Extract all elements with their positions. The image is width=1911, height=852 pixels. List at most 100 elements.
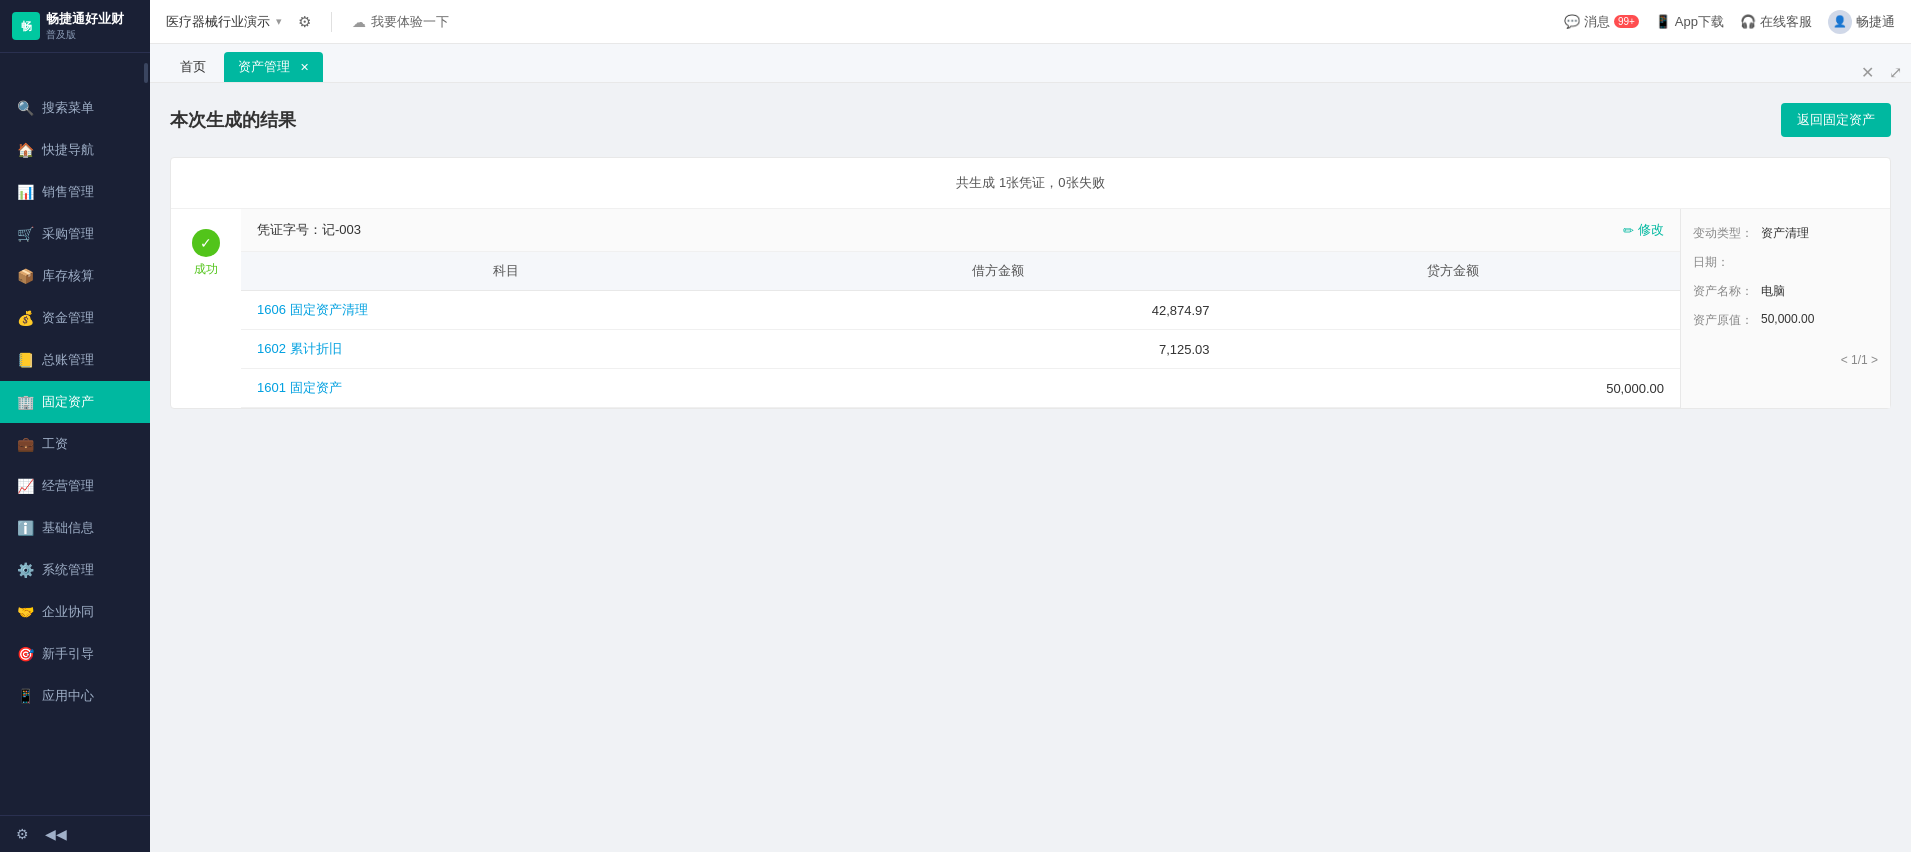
table-row: 1606 固定资产清理 42,874.97	[241, 291, 1680, 330]
sidebar-item-label: 总账管理	[42, 351, 94, 369]
sidebar-item-purchase[interactable]: 🛒 采购管理	[0, 213, 150, 255]
voucher-no-value: 记-003	[322, 222, 361, 237]
guide-icon: 🎯	[16, 645, 34, 663]
info-icon: ℹ️	[16, 519, 34, 537]
logo-edition: 普及版	[46, 28, 124, 42]
box-icon: 📦	[16, 267, 34, 285]
table-row: 1602 累计折旧 7,125.03	[241, 330, 1680, 369]
search-icon: 🔍	[16, 99, 34, 117]
debit-2: 7,125.03	[771, 330, 1225, 369]
sidebar-item-system[interactable]: ⚙️ 系统管理	[0, 549, 150, 591]
return-button[interactable]: 返回固定资产	[1781, 103, 1891, 137]
table-row: 1601 固定资产 50,000.00	[241, 369, 1680, 408]
settings-bottom-icon[interactable]: ⚙	[16, 826, 29, 842]
logo-name: 畅捷通好业财	[46, 10, 124, 28]
tab-bar: 首页 资产管理 ✕	[150, 44, 1911, 83]
voucher-no-label: 凭证字号：	[257, 222, 322, 237]
message-icon: 💬	[1564, 14, 1580, 29]
money-icon: 💰	[16, 309, 34, 327]
sidebar-item-inventory[interactable]: 📦 库存核算	[0, 255, 150, 297]
asset-value-label: 资产原值：	[1693, 312, 1753, 329]
success-indicator: ✓ 成功	[171, 209, 241, 408]
message-badge: 99+	[1614, 15, 1639, 28]
handshake-icon: 🤝	[16, 603, 34, 621]
sidebar-item-label: 搜索菜单	[42, 99, 94, 117]
tab-assets[interactable]: 资产管理 ✕	[224, 52, 323, 82]
asset-name-row: 资产名称： 电脑	[1693, 283, 1878, 300]
debit-3	[771, 369, 1225, 408]
voucher-left: 凭证字号：记-003 ✏ 修改 科目 借方金额 贷方金额	[241, 209, 1680, 408]
subject-3: 1601 固定资产	[241, 369, 771, 408]
sidebar-item-label: 销售管理	[42, 183, 94, 201]
sidebar-item-salary[interactable]: 💼 工资	[0, 423, 150, 465]
sidebar-item-sales[interactable]: 📊 销售管理	[0, 171, 150, 213]
sidebar-nav: 🔍 搜索菜单 🏠 快捷导航 📊 销售管理 🛒 采购管理 📦 库存核算 💰 资金管…	[0, 87, 150, 815]
sidebar-item-guide[interactable]: 🎯 新手引导	[0, 633, 150, 675]
success-icon: ✓	[192, 229, 220, 257]
app-label: App下载	[1675, 13, 1724, 31]
collapse-icon[interactable]: ◀◀	[45, 826, 67, 842]
sidebar-item-apps[interactable]: 📱 应用中心	[0, 675, 150, 717]
building-icon: 🏢	[16, 393, 34, 411]
salary-icon: 💼	[16, 435, 34, 453]
sidebar-item-fixed-assets[interactable]: 🏢 固定资产	[0, 381, 150, 423]
pagination[interactable]: < 1/1 >	[1693, 341, 1878, 367]
sidebar-item-label: 新手引导	[42, 645, 94, 663]
tab-assets-label: 资产管理	[238, 59, 290, 74]
subject-1: 1606 固定资产清理	[241, 291, 771, 330]
sidebar-item-label: 采购管理	[42, 225, 94, 243]
sidebar-item-coop[interactable]: 🤝 企业协同	[0, 591, 150, 633]
divider	[331, 12, 332, 32]
message-label: 消息	[1584, 13, 1610, 31]
credit-3: 50,000.00	[1226, 369, 1680, 408]
cloud-icon: ☁	[352, 14, 366, 30]
page-content: 本次生成的结果 返回固定资产 共生成 1张凭证，0张失败 ✓ 成功 凭证字号：记…	[150, 83, 1911, 852]
voucher-number: 凭证字号：记-003	[257, 221, 361, 239]
company-selector[interactable]: 医疗器械行业演示 ▾	[166, 13, 282, 31]
experience-button[interactable]: ☁ 我要体验一下	[352, 13, 449, 31]
sidebar-item-label: 快捷导航	[42, 141, 94, 159]
col-credit-header: 贷方金额	[1226, 252, 1680, 291]
service-button[interactable]: 🎧 在线客服	[1740, 13, 1812, 31]
company-name: 医疗器械行业演示	[166, 13, 270, 31]
asset-value-value: 50,000.00	[1761, 312, 1814, 329]
message-button[interactable]: 💬 消息 99+	[1564, 13, 1639, 31]
chevron-down-icon: ▾	[276, 15, 282, 28]
sidebar-item-ops[interactable]: 📈 经营管理	[0, 465, 150, 507]
voucher-section: ✓ 成功 凭证字号：记-003 ✏ 修改	[171, 209, 1890, 408]
ops-icon: 📈	[16, 477, 34, 495]
sidebar-item-label: 基础信息	[42, 519, 94, 537]
user-menu[interactable]: 👤 畅捷通	[1828, 10, 1895, 34]
tab-close-icon[interactable]: ✕	[300, 61, 309, 73]
app-download-button[interactable]: 📱 App下载	[1655, 13, 1724, 31]
sidebar-item-label: 企业协同	[42, 603, 94, 621]
close-panel-button[interactable]: ✕	[1855, 60, 1879, 84]
sidebar-item-ledger[interactable]: 📒 总账管理	[0, 339, 150, 381]
change-type-value: 资产清理	[1761, 225, 1809, 242]
ledger-icon: 📒	[16, 351, 34, 369]
sidebar: 畅 畅捷通好业财 普及版 🔍 搜索菜单 🏠 快捷导航 📊 销售管理 🛒 采购管理…	[0, 0, 150, 852]
result-summary: 共生成 1张凭证，0张失败	[171, 158, 1890, 209]
headset-icon: 🎧	[1740, 14, 1756, 29]
main-area: 医疗器械行业演示 ▾ ⚙ ☁ 我要体验一下 💬 消息 99+ 📱 App下载 🎧…	[150, 0, 1911, 852]
phone-icon: 📱	[1655, 14, 1671, 29]
logo-area: 畅 畅捷通好业财 普及版	[0, 0, 150, 53]
service-label: 在线客服	[1760, 13, 1812, 31]
expand-panel-button[interactable]: ⤢	[1883, 60, 1907, 84]
sidebar-item-basic[interactable]: ℹ️ 基础信息	[0, 507, 150, 549]
change-type-label: 变动类型：	[1693, 225, 1753, 242]
sidebar-item-quicknav[interactable]: 🏠 快捷导航	[0, 129, 150, 171]
sidebar-item-label: 经营管理	[42, 477, 94, 495]
asset-name-label: 资产名称：	[1693, 283, 1753, 300]
sidebar-bottom: ⚙ ◀◀	[0, 815, 150, 852]
tab-home[interactable]: 首页	[166, 52, 220, 82]
sidebar-item-search[interactable]: 🔍 搜索菜单	[0, 87, 150, 129]
asset-name-value: 电脑	[1761, 283, 1785, 300]
sidebar-item-finance[interactable]: 💰 资金管理	[0, 297, 150, 339]
voucher-right-panel: 变动类型： 资产清理 日期： 资产名称： 电脑 资产原值： 50,000.00	[1680, 209, 1890, 408]
logo-icon: 畅	[12, 12, 40, 40]
page-title-row: 本次生成的结果 返回固定资产	[170, 103, 1891, 137]
edit-button[interactable]: ✏ 修改	[1623, 221, 1664, 239]
success-label: 成功	[194, 261, 218, 278]
gear-icon[interactable]: ⚙	[298, 13, 311, 31]
